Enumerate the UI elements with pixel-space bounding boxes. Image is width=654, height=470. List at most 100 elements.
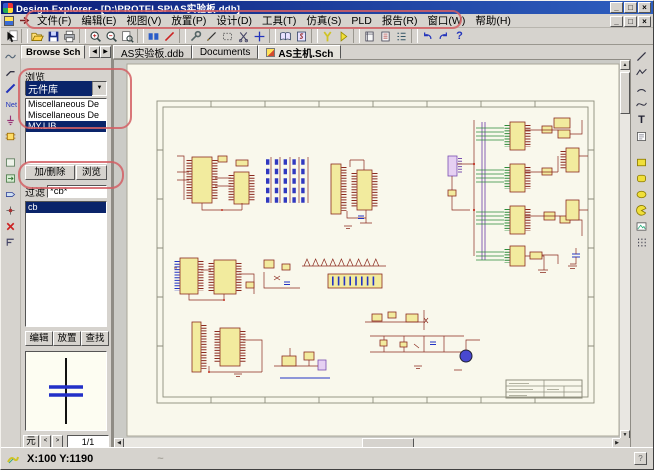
run-simulation-icon[interactable] — [336, 29, 351, 44]
components-icon[interactable] — [146, 29, 161, 44]
sheet-symbol-icon[interactable] — [3, 155, 19, 169]
tab-design-database[interactable]: AS实验板.ddb — [113, 45, 192, 59]
menu-file[interactable]: 文件(F) — [34, 13, 74, 28]
tab-schematic-active[interactable]: AS主机.Sch — [258, 45, 341, 59]
bus-icon[interactable] — [3, 81, 19, 95]
round-rectangle-icon[interactable] — [634, 171, 650, 185]
place-button[interactable]: 放置 — [53, 331, 81, 346]
select-cursor-icon[interactable] — [4, 29, 19, 44]
tab-browse-sch[interactable]: Browse Sch — [21, 45, 85, 59]
panel-tab-scroll-left-icon[interactable]: ◀ — [89, 46, 100, 58]
browse-button[interactable]: 浏览 — [76, 165, 107, 180]
doc-close-button[interactable]: × — [638, 16, 651, 27]
power-port-icon[interactable] — [3, 113, 19, 127]
menu-edit[interactable]: 编辑(E) — [78, 13, 119, 28]
document-icon — [4, 16, 14, 26]
tab-documents[interactable]: Documents — [192, 45, 259, 59]
rectangle-icon[interactable] — [634, 155, 650, 169]
menu-design[interactable]: 设计(D) — [213, 13, 255, 28]
find-button[interactable]: 查找 — [81, 331, 109, 346]
menu-simulate[interactable]: 仿真(S) — [303, 13, 344, 28]
arc-icon[interactable] — [634, 81, 650, 95]
pcb-directive-icon[interactable] — [3, 235, 19, 249]
redo-icon[interactable] — [436, 29, 451, 44]
bezier-icon[interactable] — [634, 97, 650, 111]
bus-entry-icon[interactable] — [3, 65, 19, 79]
library-list-item-selected[interactable]: MY.LIB — [26, 121, 106, 132]
restore-button[interactable]: □ — [624, 2, 637, 13]
place-part-icon[interactable] — [3, 129, 19, 143]
component-list-item-selected[interactable]: cb — [26, 202, 106, 213]
close-button[interactable]: × — [638, 2, 651, 13]
text-frame-icon[interactable] — [634, 129, 650, 143]
panel-tab-scroll-right-icon[interactable]: ▶ — [100, 46, 111, 58]
pie-icon[interactable] — [634, 203, 650, 217]
zoom-out-icon[interactable] — [104, 29, 119, 44]
menu-view[interactable]: 视图(V) — [123, 13, 164, 28]
port-icon[interactable] — [3, 187, 19, 201]
sheet-entry-icon[interactable] — [3, 171, 19, 185]
cut-icon[interactable] — [236, 29, 251, 44]
toolbar-separator — [179, 29, 186, 43]
menu-bar: 文件(F) 编辑(E) 视图(V) 放置(P) 设计(D) 工具(T) 仿真(S… — [1, 14, 653, 28]
panel-toggle-arrow-icon[interactable] — [18, 14, 30, 28]
notebook-alt-icon[interactable] — [378, 29, 393, 44]
capacitor-symbol — [26, 352, 106, 430]
menu-window[interactable]: 窗口(W) — [424, 13, 468, 28]
probe-icon[interactable] — [320, 29, 335, 44]
menu-place[interactable]: 放置(P) — [168, 13, 209, 28]
vertical-scrollbar[interactable]: ▲ ▼ — [620, 60, 630, 440]
menu-help[interactable]: 帮助(H) — [472, 13, 514, 28]
undo-icon[interactable] — [420, 29, 435, 44]
library-manage-icon[interactable] — [294, 29, 309, 44]
library-list[interactable]: Miscellaneous De Miscellaneous De MY.LIB — [25, 98, 107, 164]
zoom-window-icon[interactable] — [120, 29, 135, 44]
menu-tools[interactable]: 工具(T) — [259, 13, 299, 28]
library-list-item[interactable]: Miscellaneous De — [26, 99, 106, 110]
scroll-up-icon[interactable]: ▲ — [620, 60, 630, 70]
minimize-button[interactable]: _ — [610, 2, 623, 13]
filter-input[interactable]: *cb* — [47, 185, 107, 198]
library-book-icon[interactable] — [278, 29, 293, 44]
notebook-icon[interactable] — [362, 29, 377, 44]
junction-icon[interactable] — [3, 203, 19, 217]
status-corner-button[interactable]: ? — [634, 452, 647, 465]
graphic-icon[interactable] — [634, 219, 650, 233]
doc-minimize-button[interactable]: _ — [610, 16, 623, 27]
window-controls: _ □ × — [610, 2, 651, 13]
menu-pld[interactable]: PLD — [348, 15, 374, 27]
add-remove-button[interactable]: 加/删除 — [25, 165, 75, 180]
doc-restore-button[interactable]: □ — [624, 16, 637, 27]
move-cross-icon[interactable] — [252, 29, 267, 44]
browse-category-select[interactable]: 元件库 ▼ — [25, 81, 107, 96]
library-list-item[interactable]: Miscellaneous De — [26, 110, 106, 121]
help-icon[interactable]: ? — [452, 29, 467, 44]
text-icon[interactable]: T — [634, 113, 650, 127]
polyline-icon[interactable] — [634, 65, 650, 79]
open-folder-icon[interactable] — [30, 29, 45, 44]
selection-rect-icon[interactable] — [220, 29, 235, 44]
schematic-canvas[interactable]: ▲ ▼ ◀ ▶ — [113, 59, 631, 449]
no-erc-icon[interactable] — [3, 219, 19, 233]
array-icon[interactable] — [634, 235, 650, 249]
net-label-icon[interactable]: Net — [3, 97, 19, 111]
pager-unit-button[interactable]: 元 — [23, 435, 39, 448]
numbered-list-icon[interactable] — [394, 29, 409, 44]
edit-button[interactable]: 编辑 — [25, 331, 53, 346]
chevron-down-icon[interactable]: ▼ — [92, 82, 106, 95]
menu-reports[interactable]: 报告(R) — [379, 13, 421, 28]
svg-text:Net: Net — [6, 99, 17, 108]
place-wire-icon[interactable] — [3, 49, 19, 63]
component-list[interactable]: cb — [25, 201, 107, 327]
draw-line-icon[interactable] — [204, 29, 219, 44]
tools-wrench-icon[interactable] — [188, 29, 203, 44]
wire-tool-icon[interactable] — [162, 29, 177, 44]
cursor-coordinates: X:100 Y:1190 — [27, 453, 93, 465]
line-icon[interactable] — [634, 49, 650, 63]
drawing-toolbar: T — [629, 45, 653, 449]
ellipse-icon[interactable] — [634, 187, 650, 201]
zoom-in-icon[interactable] — [88, 29, 103, 44]
vertical-scroll-thumb[interactable] — [620, 72, 630, 114]
save-icon[interactable] — [46, 29, 61, 44]
print-icon[interactable] — [62, 29, 77, 44]
